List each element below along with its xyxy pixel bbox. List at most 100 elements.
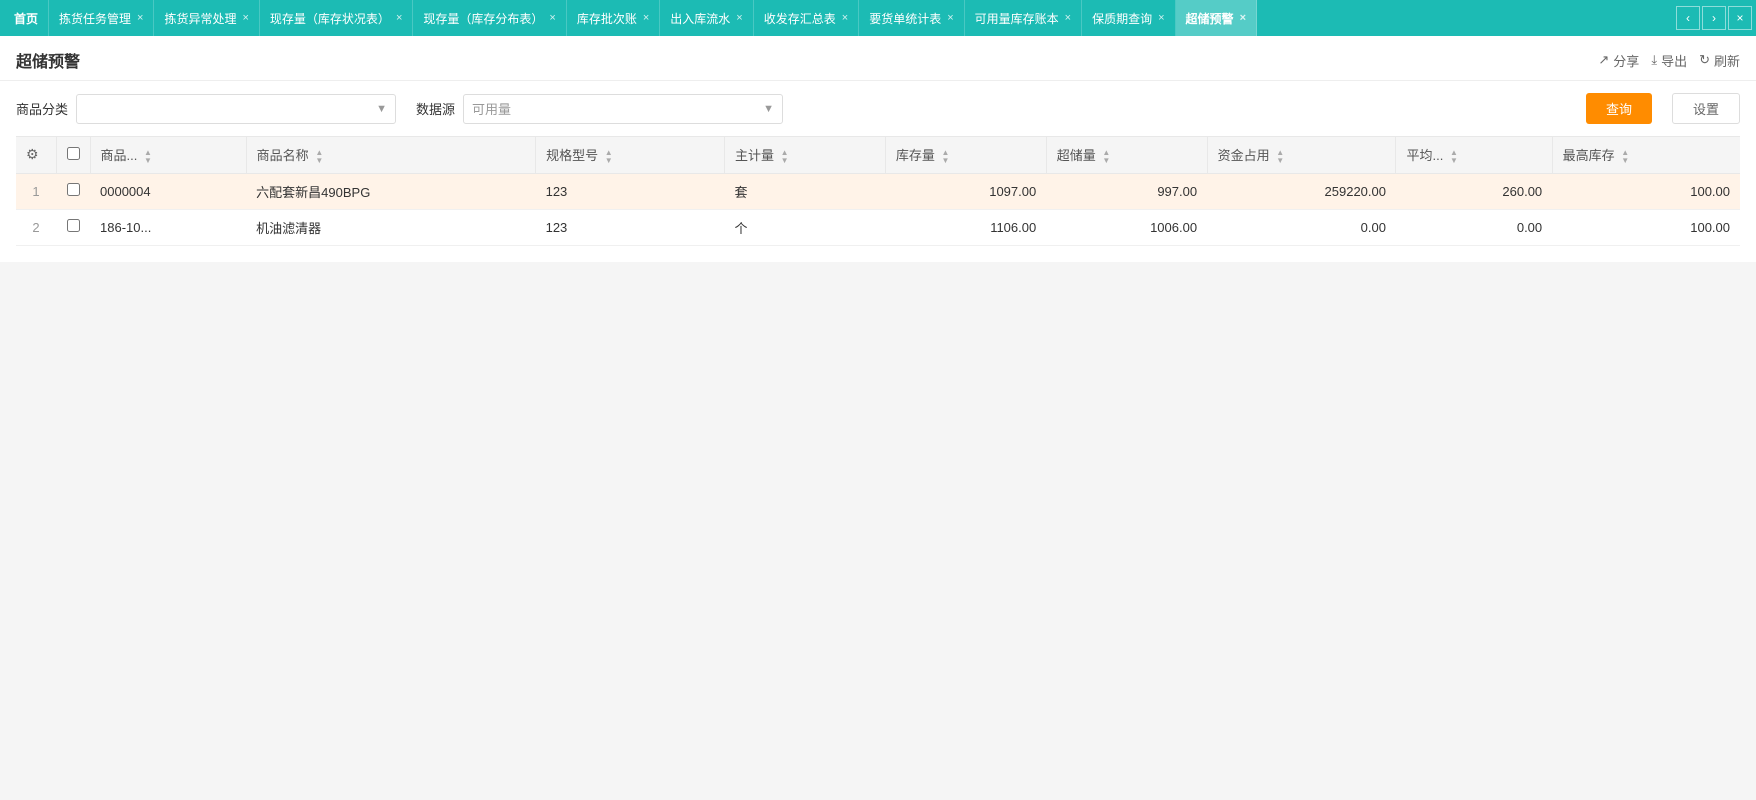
nav-tab-quality-close[interactable]: ×	[1158, 12, 1164, 24]
row-unit: 套	[725, 173, 886, 209]
table-body: 1 0000004 六配套新昌490BPG 123 套 1097.00 997.…	[16, 173, 1740, 245]
nav-arrow-right[interactable]: ›	[1702, 6, 1726, 30]
col-overstock[interactable]: 超储量 ▲▼	[1046, 137, 1207, 174]
sort-arrows-overstock[interactable]: ▲▼	[1102, 149, 1110, 165]
nav-tab-inventory-dist[interactable]: 现存量（库存分布表） ×	[413, 0, 566, 36]
nav-tab-order-stat[interactable]: 要货单统计表 ×	[859, 0, 964, 36]
col-stock[interactable]: 库存量 ▲▼	[885, 137, 1046, 174]
col-product-code[interactable]: 商品... ▲▼	[90, 137, 246, 174]
datasource-select[interactable]: 可用量 ▼	[463, 94, 783, 124]
category-label: 商品分类	[16, 99, 68, 118]
nav-tab-inventory-status-label: 现存量（库存状况表）	[270, 10, 390, 27]
query-button[interactable]: 查询	[1586, 93, 1652, 124]
table-row: 2 186-10... 机油滤清器 123 个 1106.00 1006.00 …	[16, 209, 1740, 245]
nav-tab-task-label: 拣货任务管理	[59, 10, 131, 27]
nav-tab-inventory-dist-close[interactable]: ×	[549, 12, 555, 24]
row-product-code: 0000004	[90, 173, 246, 209]
row-checkbox[interactable]	[67, 219, 80, 232]
sort-arrows-avg[interactable]: ▲▼	[1450, 149, 1458, 165]
nav-arrow-left[interactable]: ‹	[1676, 6, 1700, 30]
nav-tab-quality[interactable]: 保质期查询 ×	[1082, 0, 1175, 36]
share-label: 分享	[1613, 51, 1639, 70]
row-capital: 259220.00	[1207, 173, 1396, 209]
filter-area: 商品分类 ▼ 数据源 可用量 ▼ 查询 设置	[0, 81, 1756, 136]
share-icon: ↗	[1598, 52, 1609, 68]
nav-tab-order-stat-label: 要货单统计表	[869, 10, 941, 27]
col-settings[interactable]: ⚙	[16, 137, 56, 174]
refresh-icon: ↻	[1699, 52, 1710, 68]
nav-tab-inventory-status[interactable]: 现存量（库存状况表） ×	[260, 0, 413, 36]
col-checkbox-header[interactable]	[56, 137, 90, 174]
nav-tab-inout[interactable]: 出入库流水 ×	[660, 0, 753, 36]
row-stock: 1106.00	[885, 209, 1046, 245]
export-icon: ⤓	[1651, 52, 1657, 68]
nav-tab-abnormal[interactable]: 拣货异常处理 ×	[154, 0, 259, 36]
col-max-stock[interactable]: 最高库存 ▲▼	[1552, 137, 1740, 174]
category-dropdown-icon: ▼	[376, 103, 387, 115]
nav-tab-order-stat-close[interactable]: ×	[947, 12, 953, 24]
row-max-stock: 100.00	[1552, 209, 1740, 245]
col-avg[interactable]: 平均... ▲▼	[1396, 137, 1552, 174]
row-stock: 1097.00	[885, 173, 1046, 209]
refresh-action[interactable]: ↻ 刷新	[1699, 51, 1740, 70]
row-product-name: 六配套新昌490BPG	[246, 173, 535, 209]
row-avg: 260.00	[1396, 173, 1552, 209]
row-checkbox[interactable]	[67, 183, 80, 196]
category-select[interactable]: ▼	[76, 94, 396, 124]
sort-arrows-product-code[interactable]: ▲▼	[144, 149, 152, 165]
nav-tab-collect-label: 收发存汇总表	[764, 10, 836, 27]
col-spec-label: 规格型号	[546, 148, 598, 163]
set-button[interactable]: 设置	[1672, 93, 1740, 124]
sort-arrows-product-name[interactable]: ▲▼	[315, 149, 323, 165]
nav-arrow-more[interactable]: ×	[1728, 6, 1752, 30]
row-checkbox-cell[interactable]	[56, 173, 90, 209]
nav-tab-task-close[interactable]: ×	[137, 12, 143, 24]
settings-icon[interactable]: ⚙	[26, 146, 39, 162]
select-all-checkbox[interactable]	[67, 147, 80, 160]
nav-tab-overstock[interactable]: 超储预警 ×	[1176, 0, 1257, 36]
row-overstock: 1006.00	[1046, 209, 1207, 245]
nav-tab-overstock-close[interactable]: ×	[1240, 12, 1246, 24]
datasource-label: 数据源	[416, 99, 455, 118]
nav-tab-avail-ledger-close[interactable]: ×	[1065, 12, 1071, 24]
row-spec: 123	[536, 173, 725, 209]
page-title: 超储预警	[16, 48, 80, 72]
row-index: 1	[16, 173, 56, 209]
datasource-select-value: 可用量	[472, 99, 511, 118]
col-capital[interactable]: 资金占用 ▲▼	[1207, 137, 1396, 174]
nav-tab-avail-ledger[interactable]: 可用量库存账本 ×	[965, 0, 1082, 36]
filter-category: 商品分类 ▼	[16, 94, 396, 124]
col-product-name-label: 商品名称	[257, 148, 309, 163]
nav-tab-collect-close[interactable]: ×	[842, 12, 848, 24]
col-unit[interactable]: 主计量 ▲▼	[725, 137, 886, 174]
nav-tab-inventory-status-close[interactable]: ×	[396, 12, 402, 24]
nav-tab-batch[interactable]: 库存批次账 ×	[567, 0, 660, 36]
share-action[interactable]: ↗ 分享	[1598, 51, 1639, 70]
datasource-dropdown-icon: ▼	[763, 103, 774, 115]
nav-tab-inout-close[interactable]: ×	[736, 12, 742, 24]
sort-arrows-capital[interactable]: ▲▼	[1276, 149, 1284, 165]
row-max-stock: 100.00	[1552, 173, 1740, 209]
row-overstock: 997.00	[1046, 173, 1207, 209]
nav-tab-avail-ledger-label: 可用量库存账本	[975, 10, 1059, 27]
col-product-name[interactable]: 商品名称 ▲▼	[246, 137, 535, 174]
col-spec[interactable]: 规格型号 ▲▼	[536, 137, 725, 174]
nav-tab-home[interactable]: 首页	[4, 0, 49, 36]
page-container: 超储预警 ↗ 分享 ⤓ 导出 ↻ 刷新 商品分类 ▼ 数据源	[0, 36, 1756, 262]
nav-tab-batch-close[interactable]: ×	[643, 12, 649, 24]
sort-arrows-stock[interactable]: ▲▼	[942, 149, 950, 165]
nav-tab-task[interactable]: 拣货任务管理 ×	[49, 0, 154, 36]
row-checkbox-cell[interactable]	[56, 209, 90, 245]
table-container: ⚙ 商品... ▲▼ 商品名称 ▲▼ 规格型号 ▲▼	[0, 136, 1756, 262]
sort-arrows-spec[interactable]: ▲▼	[605, 149, 613, 165]
row-index: 2	[16, 209, 56, 245]
export-action[interactable]: ⤓ 导出	[1651, 51, 1687, 70]
sort-arrows-max-stock[interactable]: ▲▼	[1621, 149, 1629, 165]
data-table: ⚙ 商品... ▲▼ 商品名称 ▲▼ 规格型号 ▲▼	[16, 136, 1740, 246]
col-product-code-label: 商品...	[101, 148, 138, 163]
header-actions: ↗ 分享 ⤓ 导出 ↻ 刷新	[1598, 51, 1740, 70]
nav-tab-collect[interactable]: 收发存汇总表 ×	[754, 0, 859, 36]
sort-arrows-unit[interactable]: ▲▼	[781, 149, 789, 165]
nav-tab-abnormal-close[interactable]: ×	[242, 12, 248, 24]
table-header-row: ⚙ 商品... ▲▼ 商品名称 ▲▼ 规格型号 ▲▼	[16, 137, 1740, 174]
